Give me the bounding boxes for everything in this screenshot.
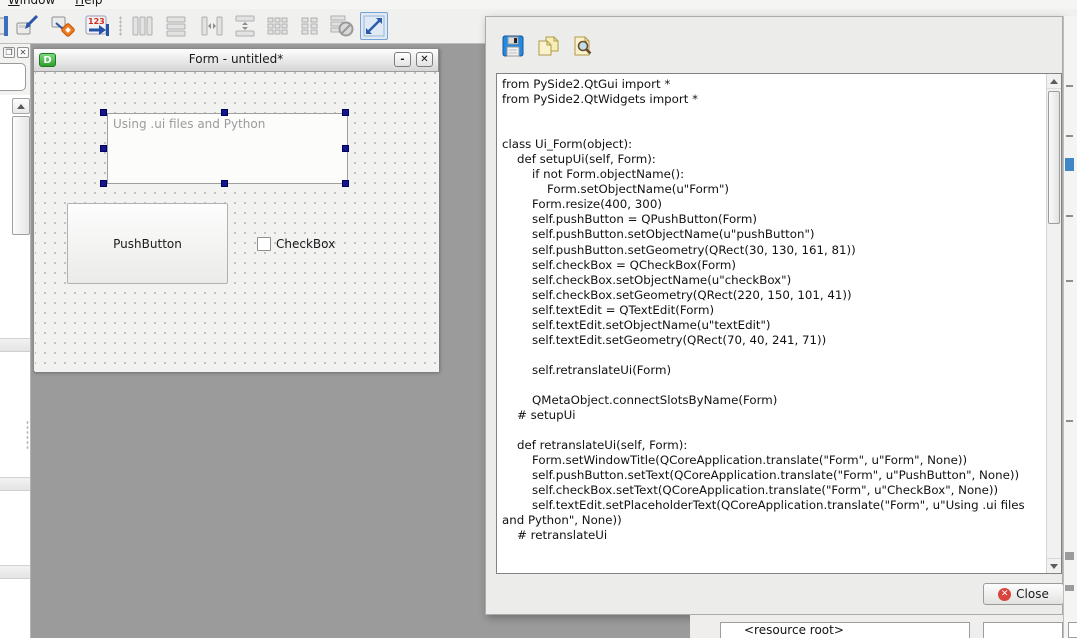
scroll-down-icon[interactable] — [1047, 558, 1062, 573]
selection-handle[interactable] — [221, 180, 228, 187]
pushbutton-widget[interactable]: PushButton — [67, 203, 228, 284]
widget-category-row[interactable] — [0, 338, 30, 352]
panel-fragment — [1068, 622, 1077, 638]
form-canvas[interactable]: Using .ui files and Python PushButton Ch… — [35, 72, 439, 372]
svg-text:123: 123 — [88, 17, 105, 26]
selection-handle[interactable] — [342, 109, 349, 116]
menu-help[interactable]: Help — [75, 0, 102, 7]
scroll-up-icon[interactable] — [12, 98, 30, 114]
textedit-widget[interactable]: Using .ui files and Python — [107, 113, 348, 184]
tree-branch-mark — [1066, 215, 1073, 217]
code-scrollbar[interactable] — [1046, 74, 1061, 573]
dock-float-icon[interactable]: ❐ — [3, 47, 15, 58]
layout-grid-icon[interactable] — [263, 12, 291, 40]
menu-bar: Window Help — [0, 0, 1077, 9]
resource-browser-dock: <resource root> — [690, 615, 1063, 638]
tree-item-fragment — [1065, 552, 1074, 560]
selection-handle[interactable] — [100, 180, 107, 187]
edit-signals-slots-icon[interactable] — [14, 12, 42, 40]
tree-branch-mark — [1066, 85, 1073, 87]
resource-tree[interactable]: <resource root> — [720, 622, 970, 638]
form-editor-window: D Form - untitled* - ✕ Using .ui files a… — [33, 48, 439, 372]
selection-handle[interactable] — [100, 109, 107, 116]
selection-handle[interactable] — [342, 145, 349, 152]
layout-vertically-icon[interactable] — [162, 12, 190, 40]
right-dock-sliver — [1063, 16, 1077, 638]
close-button-label: Close — [1016, 587, 1049, 601]
selection-handle[interactable] — [342, 180, 349, 187]
save-icon[interactable] — [500, 33, 526, 59]
code-dialog-toolbar — [500, 33, 596, 61]
widget-category-row[interactable] — [0, 477, 30, 491]
copy-icon[interactable] — [535, 33, 561, 59]
selection-handle[interactable] — [100, 145, 107, 152]
edit-buddies-icon[interactable] — [49, 12, 77, 40]
layout-horizontal-splitter-icon[interactable] — [198, 12, 226, 40]
close-button[interactable]: ✕ Close — [983, 583, 1064, 605]
widget-category-row[interactable] — [0, 565, 30, 579]
checkbox-indicator[interactable] — [257, 237, 271, 251]
checkbox-widget[interactable]: CheckBox — [257, 223, 358, 264]
dock-close-icon[interactable]: ✕ — [17, 47, 29, 58]
widget-box-panel: ❐ ✕ — [0, 44, 31, 638]
tree-branch-mark — [1066, 135, 1073, 137]
layout-horizontally-icon[interactable] — [128, 12, 156, 40]
menu-window[interactable]: Window — [8, 0, 55, 7]
widget-filter-input[interactable] — [0, 63, 26, 91]
widget-list-scrollbar[interactable] — [12, 116, 30, 235]
layout-form-icon[interactable] — [296, 12, 324, 40]
close-window-button[interactable]: ✕ — [416, 52, 433, 67]
find-icon[interactable] — [570, 33, 596, 59]
tree-item-fragment — [1065, 585, 1074, 591]
tree-branch-mark — [1066, 280, 1073, 282]
break-layout-icon[interactable] — [328, 12, 356, 40]
close-x-icon: ✕ — [998, 588, 1011, 601]
edit-tab-order-icon[interactable]: 123 — [83, 12, 111, 40]
generated-code-view[interactable]: from PySide2.QtGui import * from PySide2… — [496, 73, 1062, 574]
scroll-up-icon[interactable] — [1047, 74, 1062, 89]
qt-designer-window: Window Help 123 — [0, 0, 1077, 638]
form-window-title: Form - untitled* — [34, 52, 438, 66]
checkbox-label: CheckBox — [276, 237, 335, 251]
scrollbar-thumb[interactable] — [1048, 91, 1060, 224]
form-window-titlebar[interactable]: D Form - untitled* - ✕ — [34, 49, 438, 72]
python-code[interactable]: from PySide2.QtGui import * from PySide2… — [497, 74, 1061, 573]
selection-handle[interactable] — [221, 109, 228, 116]
resource-detail-pane[interactable] — [983, 622, 1063, 638]
dock-resize-handle[interactable] — [26, 420, 29, 450]
code-preview-dialog: from PySide2.QtGui import * from PySide2… — [485, 16, 1063, 615]
tree-selected-item[interactable] — [1065, 158, 1074, 171]
adjust-size-icon[interactable] — [360, 12, 388, 40]
minimize-button[interactable]: - — [394, 52, 411, 67]
toolbar-separator — [119, 16, 122, 36]
edit-widgets-icon[interactable] — [0, 12, 12, 40]
tree-branch-mark — [1066, 420, 1073, 422]
layout-vertical-splitter-icon[interactable] — [231, 12, 259, 40]
resource-root-item[interactable]: <resource root> — [744, 623, 844, 637]
